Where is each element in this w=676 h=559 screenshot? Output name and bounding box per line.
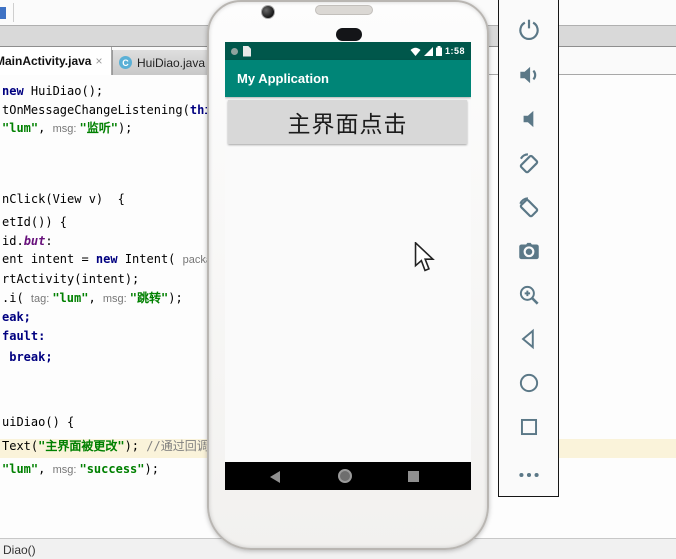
code-line[interactable]: nClick(View v) { — [2, 191, 125, 210]
speaker-slot — [315, 5, 373, 15]
breadcrumb[interactable]: Diao() — [3, 543, 36, 557]
volume-down-icon[interactable] — [516, 106, 542, 132]
tab-label: HuiDiao.java — [137, 55, 206, 70]
android-nav-bar — [225, 462, 471, 490]
rotate-right-icon[interactable] — [516, 194, 542, 220]
ide-icon-fragment — [0, 7, 6, 19]
code-line[interactable]: break; — [2, 349, 52, 368]
back-icon[interactable] — [516, 326, 542, 352]
power-icon[interactable] — [516, 17, 542, 43]
status-bar: 1:58 — [225, 42, 471, 60]
code-line[interactable]: "lum", msg: "监听"); — [2, 120, 132, 139]
emulator-phone-window: 1:58 My Application 主界面点击 — [207, 0, 489, 550]
code-line[interactable]: id.but: — [2, 233, 53, 252]
tab-label: MainActivity.java — [0, 54, 92, 68]
code-line[interactable]: eak; — [2, 309, 31, 328]
tab-mainactivity[interactable]: MainActivity.java × — [0, 47, 112, 75]
main-screen-button[interactable]: 主界面点击 — [228, 100, 467, 144]
code-line[interactable]: "lum", msg: "success"); — [2, 461, 159, 480]
code-line[interactable]: etId()) { — [2, 214, 67, 233]
screenshot-root: MainActivity.java × C HuiDiao.java new H… — [0, 0, 676, 559]
nav-home-icon[interactable] — [338, 469, 352, 483]
clock: 1:58 — [444, 46, 465, 56]
nav-overview-icon[interactable] — [408, 471, 419, 482]
code-line[interactable]: new HuiDiao(); — [2, 83, 103, 102]
tab-huidiao[interactable]: C HuiDiao.java — [112, 50, 208, 75]
code-line[interactable]: rtActivity(intent); — [2, 271, 139, 290]
emulator-toolbar — [498, 0, 559, 497]
toolbar-divider — [13, 3, 14, 22]
code-line[interactable]: ent intent = new Intent( packageCo — [2, 251, 238, 270]
more-icon[interactable] — [516, 462, 542, 488]
zoom-icon[interactable] — [516, 282, 542, 308]
usb-debug-icon — [243, 45, 251, 57]
screenshot-camera-icon[interactable] — [516, 238, 542, 264]
rotate-left-icon[interactable] — [516, 150, 542, 176]
front-camera — [261, 5, 275, 19]
home-icon[interactable] — [516, 370, 542, 396]
code-line[interactable]: Text("主界面被更改"); //通过回调 — [2, 438, 209, 457]
code-line[interactable]: .i( tag: "lum", msg: "跳转"); — [2, 290, 183, 309]
class-icon: C — [119, 56, 132, 69]
app-bar: My Application — [225, 60, 471, 97]
volume-up-icon[interactable] — [516, 62, 542, 88]
nav-back-icon[interactable] — [270, 471, 280, 483]
battery-icon — [435, 46, 442, 56]
partial-icon — [518, 0, 540, 2]
app-title: My Application — [237, 71, 329, 86]
earpiece — [336, 28, 362, 41]
wifi-icon — [410, 47, 421, 56]
device-screen[interactable]: 1:58 My Application 主界面点击 — [225, 42, 471, 490]
overview-icon[interactable] — [516, 414, 542, 440]
tab-close-icon[interactable]: × — [95, 54, 102, 68]
caret-line-highlight — [558, 439, 676, 458]
code-line[interactable]: fault: — [2, 328, 45, 347]
signal-icon — [423, 46, 433, 56]
code-line[interactable]: uiDiao() { — [2, 414, 74, 433]
notification-dot-icon — [231, 47, 238, 55]
